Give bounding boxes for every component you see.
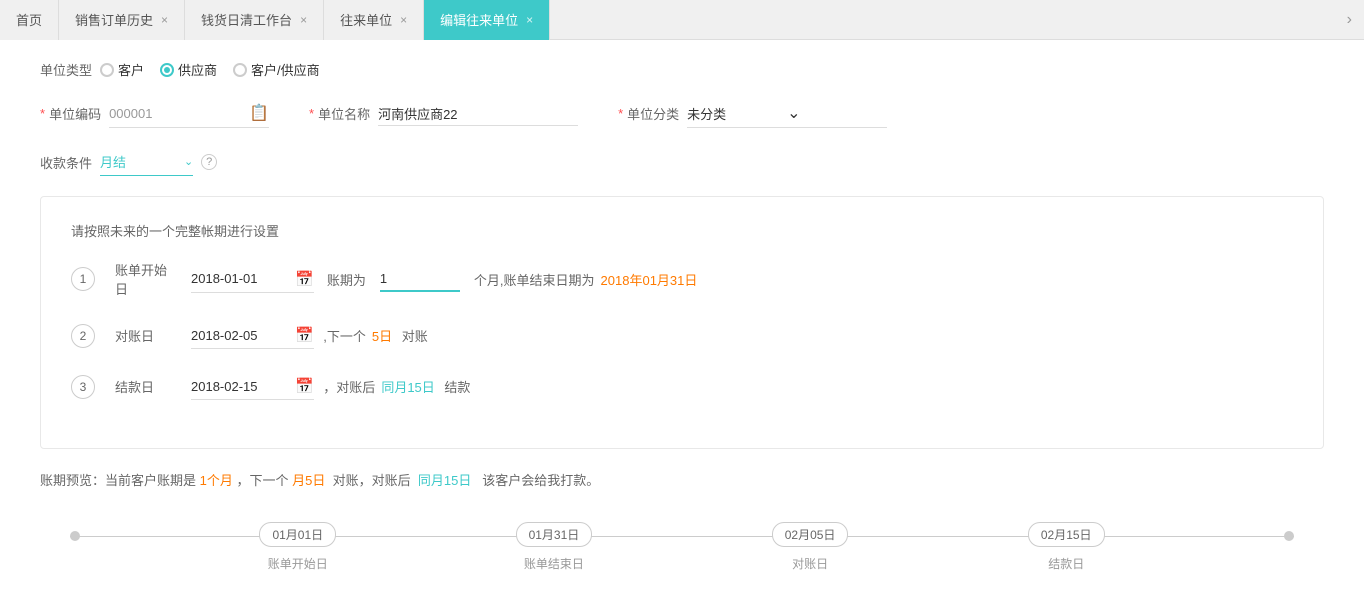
payment-day-highlight: 同月15日	[381, 377, 434, 396]
setting-row-3: 3 结款日 📅 ，对账后 同月15日 结款	[71, 373, 1293, 400]
row-num-1: 1	[71, 267, 95, 291]
timeline-point-2: 01月31日 账单结束日	[516, 522, 593, 572]
unit-category-label: 单位分类	[627, 104, 679, 123]
payment-suffix: 结款	[441, 377, 471, 396]
period-prefix: 账期为	[320, 270, 366, 289]
timeline-badge-1: 01月01日	[259, 522, 336, 547]
timeline-badge-3: 02月05日	[772, 522, 849, 547]
unit-code-label: 单位编码	[49, 104, 101, 123]
tab-scroll-right[interactable]: ›	[1335, 11, 1364, 29]
radio-group-unit-type: 客户 供应商 客户/供应商	[100, 60, 320, 79]
payment-date-input-group: 📅	[191, 373, 314, 400]
payment-terms-arrow: ⌄	[184, 155, 193, 168]
unit-name-required: *	[309, 106, 314, 121]
row-label-3: 结款日	[115, 377, 175, 396]
unit-category-required: *	[618, 106, 623, 121]
radio-circle-customer-supplier	[233, 63, 247, 77]
row-label-1: 账单开始日	[115, 260, 175, 298]
payment-terms-label: 收款条件	[40, 153, 92, 172]
unit-type-row: 单位类型 客户 供应商 客户/供应商	[40, 60, 1324, 79]
reconcile-date-input-group: 📅	[191, 322, 314, 349]
tab-cashier-workbench[interactable]: 钱货日清工作台 ×	[185, 0, 324, 40]
timeline-point-4: 02月15日 结款日	[1028, 522, 1105, 572]
unit-type-group: 单位类型 客户 供应商 客户/供应商	[40, 60, 320, 79]
row-label-2: 对账日	[115, 326, 175, 345]
timeline-point-3: 02月05日 对账日	[772, 522, 849, 572]
period-suffix: 个月,账单结束日期为	[474, 270, 595, 289]
unit-category-select[interactable]: 未分类 ⌄	[687, 99, 887, 128]
unit-type-label: 单位类型	[40, 60, 92, 79]
start-date-calendar-icon[interactable]: 📅	[295, 270, 314, 288]
tab-edit-partner-unit[interactable]: 编辑往来单位 ×	[424, 0, 550, 40]
start-date-input[interactable]	[191, 271, 291, 286]
timeline-label-3: 对账日	[792, 555, 828, 572]
unit-name-input[interactable]	[378, 102, 578, 126]
close-partner-units[interactable]: ×	[400, 13, 407, 27]
reconcile-day-highlight: 5日	[372, 326, 392, 345]
main-content: 单位类型 客户 供应商 客户/供应商 * 单位编码	[0, 40, 1364, 608]
preview-day: 月5日	[292, 473, 325, 488]
tab-partner-units[interactable]: 往来单位 ×	[324, 0, 424, 40]
tab-sales-order-history[interactable]: 销售订单历史 ×	[59, 0, 185, 40]
close-edit-partner-unit[interactable]: ×	[526, 13, 533, 27]
reconcile-prefix: ,下一个	[320, 326, 366, 345]
row-num-3: 3	[71, 375, 95, 399]
unit-category-arrow: ⌄	[787, 103, 887, 123]
unit-category-group: * 单位分类 未分类 ⌄	[618, 99, 887, 128]
preview-period: 1个月	[200, 473, 233, 488]
close-cashier-workbench[interactable]: ×	[300, 13, 307, 27]
unit-code-input-wrapper: 📋	[109, 99, 269, 128]
payment-terms-row: 收款条件 月结 ⌄ ?	[40, 148, 1324, 176]
unit-code-input[interactable]	[109, 106, 249, 121]
timeline-point-1: 01月01日 账单开始日	[259, 522, 336, 572]
preview-pay-day: 同月15日	[418, 473, 471, 488]
close-sales-order-history[interactable]: ×	[161, 13, 168, 27]
timeline-label-2: 账单结束日	[524, 555, 584, 572]
reconcile-suffix: 对账	[398, 326, 428, 345]
radio-circle-supplier	[160, 63, 174, 77]
setting-row-1: 1 账单开始日 📅 账期为 个月,账单结束日期为 2018年01月31日	[71, 260, 1293, 298]
payment-terms-value: 月结	[100, 152, 180, 171]
payment-date-input[interactable]	[191, 379, 291, 394]
payment-terms-select[interactable]: 月结 ⌄	[100, 148, 193, 176]
unit-info-row: * 单位编码 📋 * 单位名称 * 单位分类 未分类 ⌄	[40, 99, 1324, 128]
timeline-badge-4: 02月15日	[1028, 522, 1105, 547]
timeline-badge-2: 01月31日	[516, 522, 593, 547]
settings-panel: 请按照未来的一个完整帐期进行设置 1 账单开始日 📅 账期为 个月,账单结束日期…	[40, 196, 1324, 449]
unit-name-label: 单位名称	[318, 104, 370, 123]
payment-terms-group: 收款条件 月结 ⌄ ?	[40, 148, 217, 176]
payment-prefix: ，对账后	[320, 377, 376, 396]
radio-supplier[interactable]: 供应商	[160, 60, 217, 79]
end-date-highlight: 2018年01月31日	[601, 270, 698, 289]
panel-title: 请按照未来的一个完整帐期进行设置	[71, 221, 1293, 240]
setting-row-2: 2 对账日 📅 ,下一个 5日 对账	[71, 322, 1293, 349]
radio-customer[interactable]: 客户	[100, 60, 144, 79]
timeline-section: 01月01日 账单开始日 01月31日 账单结束日 02月05日 对账日 02月…	[40, 522, 1324, 572]
unit-code-required: *	[40, 106, 45, 121]
unit-name-group: * 单位名称	[309, 102, 578, 126]
preview-section: 账期预览：当前客户账期是 1个月 ，下一个 月5日 对账，对账后 同月15日 该…	[40, 469, 1324, 492]
start-date-input-group: 📅	[191, 266, 314, 293]
timeline-end-dot	[1284, 522, 1294, 541]
radio-circle-customer	[100, 63, 114, 77]
reconcile-date-calendar-icon[interactable]: 📅	[295, 326, 314, 344]
reconcile-date-input[interactable]	[191, 328, 291, 343]
tab-bar: 首页 销售订单历史 × 钱货日清工作台 × 往来单位 × 编辑往来单位 × ›	[0, 0, 1364, 40]
timeline-label-1: 账单开始日	[268, 555, 328, 572]
timeline-start-dot	[70, 522, 80, 541]
help-icon[interactable]: ?	[201, 154, 217, 170]
radio-customer-supplier[interactable]: 客户/供应商	[233, 60, 320, 79]
timeline-label-4: 结款日	[1048, 555, 1084, 572]
copy-icon[interactable]: 📋	[249, 103, 269, 123]
period-input[interactable]	[380, 267, 460, 292]
payment-date-calendar-icon[interactable]: 📅	[295, 377, 314, 395]
unit-code-group: * 单位编码 📋	[40, 99, 269, 128]
tab-home[interactable]: 首页	[0, 0, 59, 40]
row-num-2: 2	[71, 324, 95, 348]
